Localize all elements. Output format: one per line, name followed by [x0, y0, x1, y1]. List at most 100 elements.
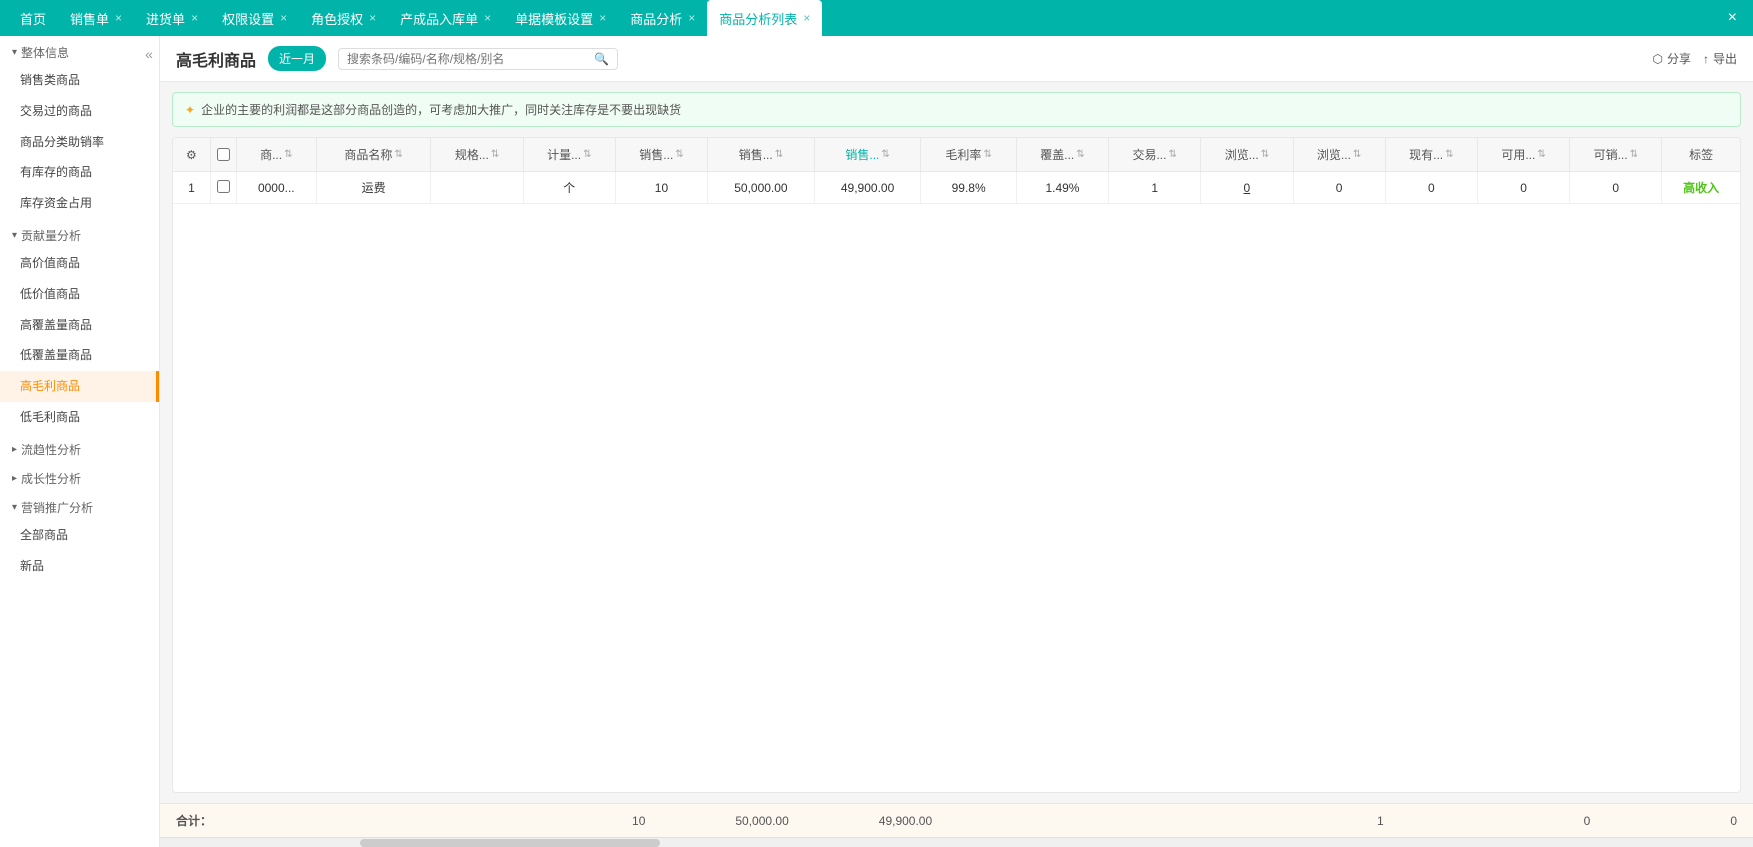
- close-sales-order[interactable]: ×: [115, 11, 122, 25]
- avail-stock-col-header[interactable]: 可用...⇅: [1477, 138, 1569, 172]
- nav-purchase-order[interactable]: 进货单 ×: [134, 0, 210, 36]
- nav-home[interactable]: 首页: [8, 0, 58, 36]
- row-spec: [431, 172, 523, 204]
- nav-sales-order[interactable]: 销售单 ×: [58, 0, 134, 36]
- chevron-down-icon: ▾: [12, 47, 17, 58]
- sellable-stock-col-header[interactable]: 可销...⇅: [1570, 138, 1662, 172]
- sidebar-item-all-goods[interactable]: 全部商品: [0, 520, 159, 551]
- browse1-col-header[interactable]: 浏览...⇅: [1201, 138, 1293, 172]
- header-actions: ⬡ 分享 ↑ 导出: [1652, 50, 1737, 67]
- nav-permission-settings[interactable]: 权限设置 ×: [210, 0, 299, 36]
- nav-template-settings[interactable]: 单据模板设置 ×: [503, 0, 618, 36]
- sort-icon: ⇅: [1537, 149, 1545, 160]
- close-purchase-order[interactable]: ×: [191, 11, 198, 25]
- sidebar-item-high-coverage[interactable]: 高覆盖量商品: [0, 310, 159, 341]
- sidebar-group-overall[interactable]: ▾ 整体信息: [0, 36, 159, 65]
- sort-icon: ⇅: [583, 149, 591, 160]
- export-button[interactable]: ↑ 导出: [1703, 50, 1737, 67]
- window-close-button[interactable]: ×: [1720, 9, 1745, 27]
- sidebar-group-growth[interactable]: ▸ 成长性分析: [0, 462, 159, 491]
- sidebar-item-low-margin[interactable]: 低毛利商品: [0, 402, 159, 433]
- nav-product-analysis[interactable]: 商品分析 ×: [618, 0, 707, 36]
- name-col-header[interactable]: 商品名称⇅: [316, 138, 431, 172]
- browse2-col-header[interactable]: 浏览...⇅: [1293, 138, 1385, 172]
- close-template-settings[interactable]: ×: [599, 11, 606, 25]
- row-select-checkbox[interactable]: [217, 180, 230, 193]
- sidebar-item-low-value[interactable]: 低价值商品: [0, 279, 159, 310]
- row-checkbox[interactable]: [210, 172, 236, 204]
- sales-amt-col-header[interactable]: 销售...⇅: [708, 138, 815, 172]
- close-product-inbound[interactable]: ×: [484, 11, 491, 25]
- sales-amt2-col-header[interactable]: 销售...⇅: [814, 138, 921, 172]
- row-browse1[interactable]: 0: [1201, 172, 1293, 204]
- sort-icon: ⇅: [1353, 149, 1361, 160]
- sidebar-item-traded-goods[interactable]: 交易过的商品: [0, 96, 159, 127]
- export-icon: ↑: [1703, 52, 1709, 66]
- spec-col-header[interactable]: 规格...⇅: [431, 138, 523, 172]
- sales-qty-col-header[interactable]: 销售...⇅: [615, 138, 707, 172]
- chevron-right-icon: ▸: [12, 473, 17, 484]
- sidebar: « ▾ 整体信息 销售类商品 交易过的商品 商品分类助销率 有库存的商品 库存资…: [0, 36, 160, 847]
- search-icon[interactable]: 🔍: [594, 52, 609, 66]
- footer-sales-qty: 10: [632, 814, 645, 828]
- sidebar-item-high-margin[interactable]: 高毛利商品: [0, 371, 159, 402]
- close-role-auth[interactable]: ×: [369, 11, 376, 25]
- sidebar-item-low-coverage[interactable]: 低覆盖量商品: [0, 340, 159, 371]
- footer-summary: 合计： 10 50,000.00 49,900.00 1 0 0: [160, 803, 1753, 837]
- search-input[interactable]: [347, 52, 594, 66]
- scrollbar-thumb[interactable]: [360, 839, 660, 847]
- select-all-checkbox[interactable]: [217, 148, 230, 161]
- row-coverage: 1.49%: [1016, 172, 1108, 204]
- filter-recent-month-button[interactable]: 近一月: [268, 46, 326, 71]
- row-name: 运费: [316, 172, 431, 204]
- data-table: ⚙ 商...⇅ 商品名称⇅ 规格...⇅ 计量...⇅ 销售...⇅ 销售...…: [173, 138, 1740, 204]
- sidebar-item-in-stock[interactable]: 有库存的商品: [0, 157, 159, 188]
- close-product-analysis[interactable]: ×: [688, 11, 695, 25]
- nav-product-inbound[interactable]: 产成品入库单 ×: [388, 0, 503, 36]
- row-unit: 个: [523, 172, 615, 204]
- nav-product-analysis-list[interactable]: 商品分析列表 ×: [707, 0, 822, 36]
- content-header: 高毛利商品 近一月 🔍 ⬡ 分享 ↑ 导出: [160, 36, 1753, 82]
- sort-icon: ⇅: [1076, 149, 1084, 160]
- chevron-down-icon: ▾: [12, 230, 17, 241]
- sidebar-item-high-value[interactable]: 高价值商品: [0, 248, 159, 279]
- table-header-row: ⚙ 商...⇅ 商品名称⇅ 规格...⇅ 计量...⇅ 销售...⇅ 销售...…: [173, 138, 1740, 172]
- gross-rate-col-header[interactable]: 毛利率⇅: [921, 138, 1016, 172]
- info-icon: ✦: [185, 103, 195, 117]
- row-tx-count: 1: [1109, 172, 1201, 204]
- nav-role-auth[interactable]: 角色授权 ×: [299, 0, 388, 36]
- sidebar-group-flow[interactable]: ▸ 流趋性分析: [0, 433, 159, 462]
- code-col-header[interactable]: 商...⇅: [236, 138, 316, 172]
- sort-icon: ⇅: [1168, 149, 1176, 160]
- row-sales-qty: 10: [615, 172, 707, 204]
- sidebar-item-capital[interactable]: 库存资金占用: [0, 188, 159, 219]
- sort-icon: ⇅: [1630, 149, 1638, 160]
- checkbox-col-header[interactable]: [210, 138, 236, 172]
- share-icon: ⬡: [1652, 52, 1662, 66]
- row-sales-amt: 50,000.00: [708, 172, 815, 204]
- footer-avail-stock: 0: [1730, 814, 1737, 828]
- sort-icon: ⇅: [775, 149, 783, 160]
- close-product-analysis-list[interactable]: ×: [803, 11, 810, 25]
- data-table-wrapper: ⚙ 商...⇅ 商品名称⇅ 规格...⇅ 计量...⇅ 销售...⇅ 销售...…: [172, 137, 1741, 793]
- tx-count-col-header[interactable]: 交易...⇅: [1109, 138, 1201, 172]
- sidebar-item-sales-goods[interactable]: 销售类商品: [0, 65, 159, 96]
- search-box: 🔍: [338, 48, 618, 70]
- unit-col-header[interactable]: 计量...⇅: [523, 138, 615, 172]
- share-button[interactable]: ⬡ 分享: [1652, 50, 1691, 67]
- row-avail-stock: 0: [1477, 172, 1569, 204]
- horizontal-scrollbar[interactable]: [160, 837, 1753, 847]
- row-sales-amt2: 49,900.00: [814, 172, 921, 204]
- sidebar-item-new-goods[interactable]: 新品: [0, 551, 159, 582]
- footer-sales-amt2: 49,900.00: [879, 814, 932, 828]
- settings-col-header[interactable]: ⚙: [173, 138, 210, 172]
- coverage-col-header[interactable]: 覆盖...⇅: [1016, 138, 1108, 172]
- row-browse2: 0: [1293, 172, 1385, 204]
- sidebar-item-category-rate[interactable]: 商品分类助销率: [0, 127, 159, 158]
- sidebar-collapse-button[interactable]: «: [139, 44, 159, 64]
- main-layout: « ▾ 整体信息 销售类商品 交易过的商品 商品分类助销率 有库存的商品 库存资…: [0, 36, 1753, 847]
- sidebar-group-marketing[interactable]: ▾ 营销推广分析: [0, 491, 159, 520]
- sidebar-group-contribution[interactable]: ▾ 贡献量分析: [0, 219, 159, 248]
- current-stock-col-header[interactable]: 现有...⇅: [1385, 138, 1477, 172]
- close-permission-settings[interactable]: ×: [280, 11, 287, 25]
